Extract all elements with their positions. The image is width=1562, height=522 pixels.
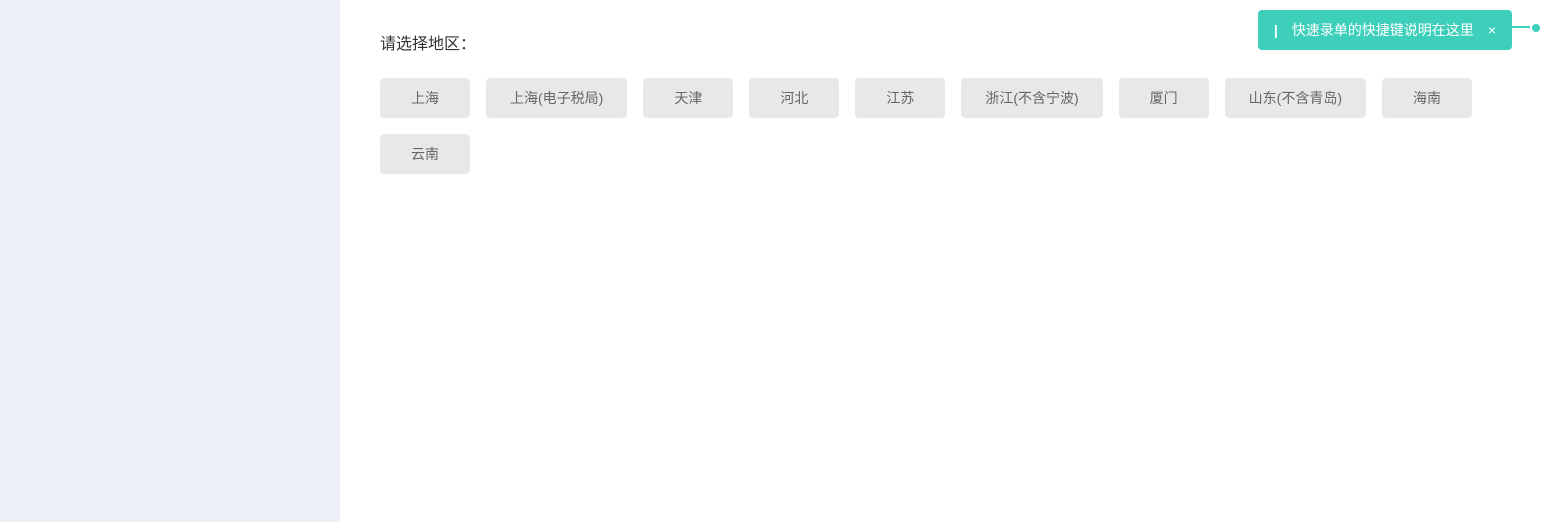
main-content: 请选择地区： 上海上海(电子税局)天津河北江苏浙江(不含宁波)厦门山东(不含青岛… (340, 0, 1562, 522)
region-button-hebei[interactable]: 河北 (749, 78, 839, 118)
region-button-hainan[interactable]: 海南 (1382, 78, 1472, 118)
region-grid: 上海上海(电子税局) 天津河北江苏浙江(不含宁波) 厦门山东(不含青岛) 海南云南 (380, 78, 1522, 174)
tooltip-popup: 快速录单的快捷键说明在这里 × (1258, 10, 1512, 50)
tooltip-text: 快速录单的快捷键说明在这里 (1292, 20, 1474, 40)
region-button-jiangsu[interactable]: 江苏 (855, 78, 945, 118)
region-button-shanghai-e[interactable]: 上海(电子税局) (486, 78, 627, 118)
region-button-tianjin[interactable]: 天津 (643, 78, 733, 118)
region-button-shanghai[interactable]: 上海 (380, 78, 470, 118)
tooltip-connector-line (1512, 26, 1530, 28)
sidebar (0, 0, 340, 522)
region-button-zhejiang[interactable]: 浙江(不含宁波) (961, 78, 1102, 118)
region-button-shandong[interactable]: 山东(不含青岛) (1225, 78, 1366, 118)
region-button-yunnan[interactable]: 云南 (380, 134, 470, 174)
tooltip-close-button[interactable]: × (1488, 22, 1496, 38)
region-button-xiamen[interactable]: 厦门 (1119, 78, 1209, 118)
tooltip-connector-dot (1530, 22, 1542, 34)
